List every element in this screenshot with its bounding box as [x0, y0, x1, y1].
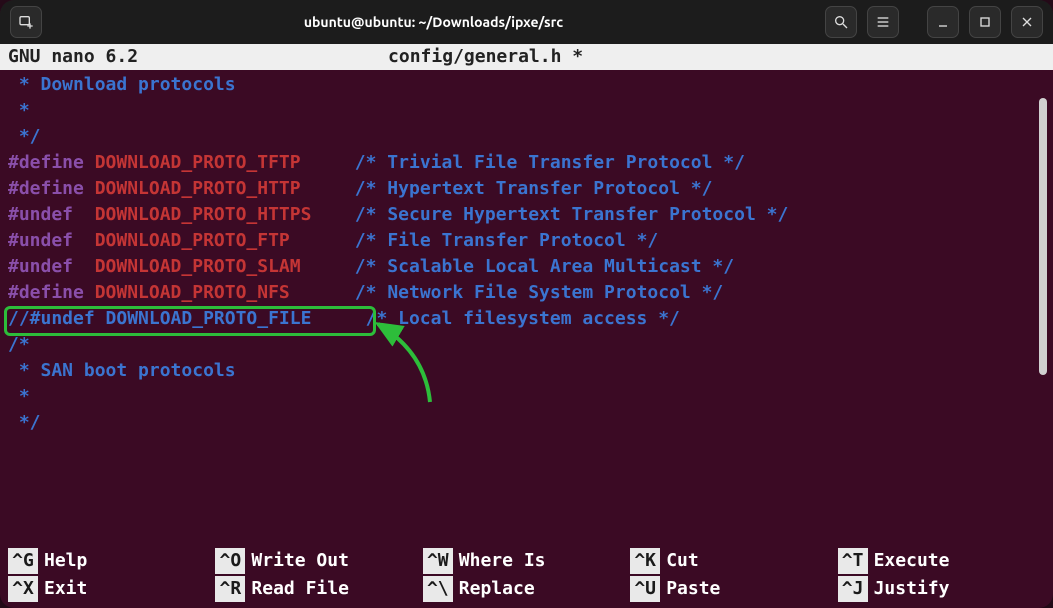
shortcut-writeout[interactable]: ^OWrite Out — [215, 548, 422, 574]
nano-file-name: config/general.h * — [388, 44, 583, 70]
shortcut-key: ^K — [630, 548, 660, 574]
preproc: #define — [8, 152, 95, 173]
code-line: //#undef DOWNLOAD_PROTO_FILE /* Local fi… — [8, 306, 1045, 332]
shortcut-key: ^W — [423, 548, 453, 574]
code-line: */ — [8, 410, 1045, 436]
new-tab-button[interactable] — [10, 6, 42, 38]
macro: DOWNLOAD_PROTO_FTP — [95, 230, 290, 251]
minimize-icon — [935, 14, 951, 30]
code-line: #undef DOWNLOAD_PROTO_FTP /* File Transf… — [8, 228, 1045, 254]
comment: /* Trivial File Transfer Protocol */ — [355, 152, 745, 173]
preproc: #undef — [8, 204, 95, 225]
macro: DOWNLOAD_PROTO_HTTP — [95, 178, 301, 199]
code-line: #undef DOWNLOAD_PROTO_HTTPS /* Secure Hy… — [8, 202, 1045, 228]
preproc: #undef — [8, 230, 95, 251]
editor-content[interactable]: * Download protocols * */#define DOWNLOA… — [0, 70, 1053, 436]
close-button[interactable] — [1011, 6, 1043, 38]
scrollbar[interactable] — [1039, 98, 1047, 602]
code-line: /* — [8, 332, 1045, 358]
terminal-viewport[interactable]: GNU nano 6.2 config/general.h * * Downlo… — [0, 44, 1053, 608]
shortcut-label: Write Out — [251, 548, 349, 574]
preproc: #define — [8, 178, 95, 199]
shortcut-cut[interactable]: ^KCut — [630, 548, 837, 574]
shortcut-key: ^G — [8, 548, 38, 574]
shortcut-key: ^\ — [423, 576, 453, 602]
window-title: ubuntu@ubuntu: ~/Downloads/ipxe/src — [52, 14, 815, 30]
minimize-button[interactable] — [927, 6, 959, 38]
nano-shortcut-bar: ^GHelp ^OWrite Out ^WWhere Is ^KCut ^TEx… — [8, 548, 1045, 602]
code-line: * — [8, 384, 1045, 410]
shortcut-label: Justify — [874, 576, 950, 602]
nano-app-name: GNU nano 6.2 — [8, 44, 138, 70]
shortcut-execute[interactable]: ^TExecute — [838, 548, 1045, 574]
shortcut-label: Cut — [666, 548, 699, 574]
shortcut-label: Execute — [874, 548, 950, 574]
terminal-plus-icon — [18, 14, 34, 30]
shortcut-key: ^X — [8, 576, 38, 602]
comment: /* Scalable Local Area Multicast */ — [355, 256, 734, 277]
code-line-highlighted: #define DOWNLOAD_PROTO_NFS /* Network Fi… — [8, 280, 1045, 306]
shortcut-label: Replace — [459, 576, 535, 602]
code-line: * Download protocols — [8, 72, 1045, 98]
preproc: #undef — [8, 256, 95, 277]
shortcut-exit[interactable]: ^XExit — [8, 576, 215, 602]
code-line: * SAN boot protocols — [8, 358, 1045, 384]
shortcut-label: Read File — [251, 576, 349, 602]
shortcut-label: Exit — [44, 576, 87, 602]
titlebar: ubuntu@ubuntu: ~/Downloads/ipxe/src — [0, 0, 1053, 44]
shortcut-key: ^O — [215, 548, 245, 574]
code-line: #define DOWNLOAD_PROTO_TFTP /* Trivial F… — [8, 150, 1045, 176]
code-line: */ — [8, 124, 1045, 150]
maximize-button[interactable] — [969, 6, 1001, 38]
shortcut-replace[interactable]: ^\Replace — [423, 576, 630, 602]
shortcut-label: Help — [44, 548, 87, 574]
shortcut-key: ^J — [838, 576, 868, 602]
terminal-window: ubuntu@ubuntu: ~/Downloads/ipxe/src GNU … — [0, 0, 1053, 608]
shortcut-key: ^R — [215, 576, 245, 602]
macro: DOWNLOAD_PROTO_NFS — [95, 282, 290, 303]
shortcut-label: Where Is — [459, 548, 546, 574]
shortcut-justify[interactable]: ^JJustify — [838, 576, 1045, 602]
code-line: #undef DOWNLOAD_PROTO_SLAM /* Scalable L… — [8, 254, 1045, 280]
search-icon — [833, 14, 849, 30]
hamburger-menu-button[interactable] — [867, 6, 899, 38]
shortcut-label: Paste — [666, 576, 720, 602]
macro: DOWNLOAD_PROTO_TFTP — [95, 152, 301, 173]
shortcut-key: ^U — [630, 576, 660, 602]
shortcut-readfile[interactable]: ^RRead File — [215, 576, 422, 602]
maximize-icon — [977, 14, 993, 30]
macro: DOWNLOAD_PROTO_SLAM — [95, 256, 301, 277]
comment: /* Hypertext Transfer Protocol */ — [355, 178, 713, 199]
macro: DOWNLOAD_PROTO_HTTPS — [95, 204, 312, 225]
search-button[interactable] — [825, 6, 857, 38]
shortcut-help[interactable]: ^GHelp — [8, 548, 215, 574]
close-icon — [1019, 14, 1035, 30]
comment: /* Local filesystem access */ — [366, 308, 680, 329]
comment: /* File Transfer Protocol */ — [355, 230, 658, 251]
code-line: * — [8, 98, 1045, 124]
hamburger-icon — [875, 14, 891, 30]
shortcut-key: ^T — [838, 548, 868, 574]
shortcut-paste[interactable]: ^UPaste — [630, 576, 837, 602]
commented-out: //#undef DOWNLOAD_PROTO_FILE — [8, 308, 311, 329]
shortcut-whereis[interactable]: ^WWhere Is — [423, 548, 630, 574]
code-line: #define DOWNLOAD_PROTO_HTTP /* Hypertext… — [8, 176, 1045, 202]
comment: /* Network File System Protocol */ — [355, 282, 723, 303]
scrollbar-thumb[interactable] — [1039, 98, 1047, 375]
comment: /* Secure Hypertext Transfer Protocol */ — [355, 204, 788, 225]
preproc: #define — [8, 282, 95, 303]
nano-statusbar: GNU nano 6.2 config/general.h * — [0, 44, 1053, 70]
